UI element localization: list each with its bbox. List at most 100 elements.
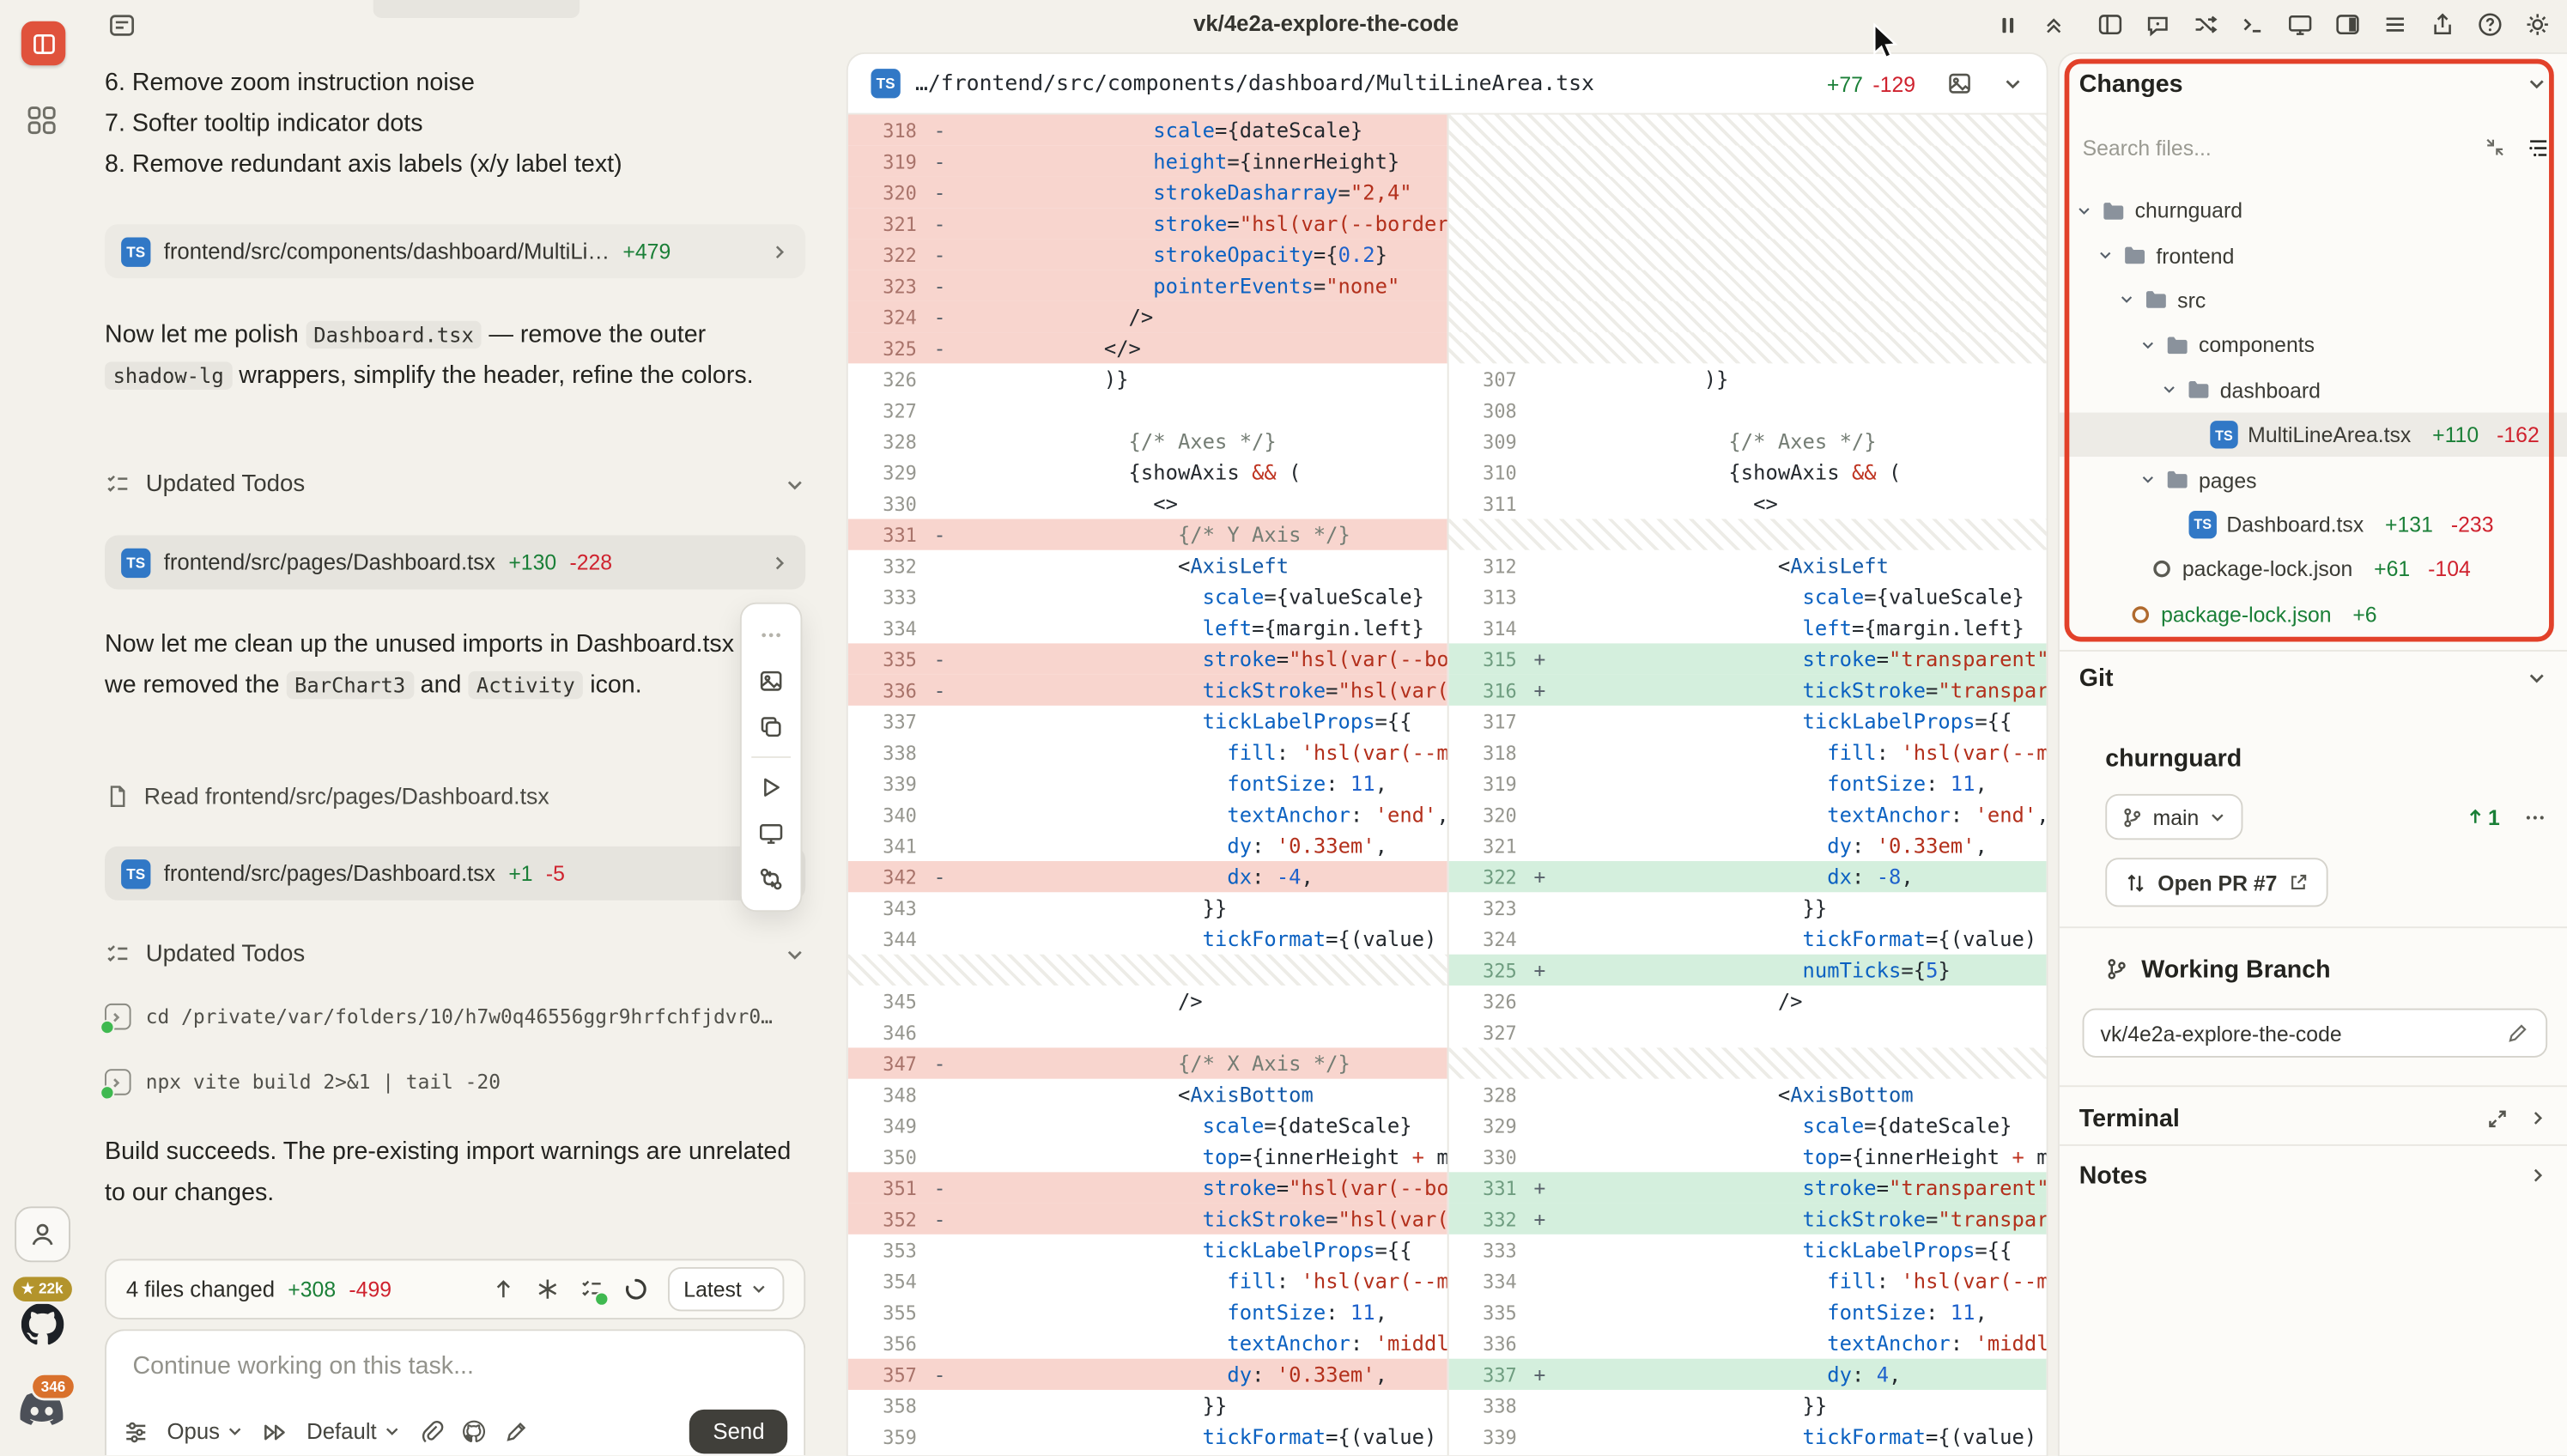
diff-row: 321 dy: '0.33em', [1448,830,2047,861]
file-change-card[interactable]: TS frontend/src/pages/Dashboard.tsx +1 -… [105,846,805,901]
edit-pencil-icon[interactable] [2506,1022,2529,1045]
open-pr-button[interactable]: Open PR #7 [2105,858,2327,907]
collapse-diff-icon[interactable] [2002,73,2024,94]
tree-view-icon[interactable] [2526,135,2551,160]
file-tree-row[interactable]: package-lock.json+6 [2060,592,2567,636]
chat-bubble-icon[interactable] [2145,11,2171,38]
pen-icon[interactable] [504,1419,529,1444]
model-dropdown[interactable]: Opus [167,1419,245,1444]
terminal-command-row[interactable]: npx vite build 2>&1 | tail -20 [105,1063,805,1102]
external-link-icon [2289,872,2309,892]
diff-row [848,955,1447,986]
file-tree-row[interactable]: package-lock.json+61-104 [2060,547,2567,592]
expand-icon[interactable] [2487,1107,2509,1129]
terminal-section-header[interactable]: Terminal [2079,1097,2547,1140]
file-tree-row[interactable]: frontend [2060,234,2567,278]
diff-row: 337 tickLabelProps={{ [848,706,1447,737]
diff-row: 315+ stroke="transparent" [1448,643,2047,674]
chevron-right-icon[interactable] [2528,1166,2547,1186]
panel-left-icon[interactable] [2097,11,2124,38]
menu-icon[interactable] [2382,11,2409,38]
changes-status-bar[interactable]: 4 files changed +308 -499 Latest [105,1259,805,1320]
file-tree-row[interactable]: TSMultiLineArea.tsx+110-162 [2060,412,2567,457]
folder-icon [2102,201,2125,221]
file-tree-row[interactable]: src [2060,278,2567,323]
monitor-icon[interactable] [2287,11,2314,38]
attach-icon[interactable] [419,1419,444,1444]
added-total: +308 [288,1277,336,1301]
version-dropdown[interactable]: Latest [667,1267,784,1311]
diff-row: 319 fontSize: 11, [1448,767,2047,798]
search-files-input[interactable] [2079,133,2464,161]
list-item: 6. Remove zoom instruction noise [105,62,805,103]
message-input[interactable] [130,1350,788,1381]
diff-row: 320- strokeDasharray="2,4" [848,177,1447,208]
scroll-up-icon[interactable] [490,1277,515,1301]
shuffle-icon[interactable] [2192,11,2218,38]
added-count: +6 [2352,602,2376,627]
collapse-chevrons-icon[interactable] [2042,12,2066,37]
account-icon[interactable] [15,1206,70,1262]
grid-view-icon[interactable] [25,103,59,137]
github-stars-badge: ★ 22k [13,1277,71,1301]
share-icon[interactable] [2430,11,2456,38]
chevron-right-icon[interactable] [2528,1108,2547,1128]
panel-right-icon[interactable] [2334,11,2361,38]
settings-gear-icon[interactable] [2524,11,2551,38]
monitor-icon[interactable] [748,812,793,855]
terminal-command-row[interactable]: cd /private/var/folders/10/h7w0q46556ggr… [105,997,805,1036]
help-icon[interactable] [2477,11,2503,38]
chevron-down-icon [2097,247,2114,264]
diff-row: 316+ tickStroke="transparent" [1448,675,2047,706]
read-file-row[interactable]: Read frontend/src/pages/Dashboard.tsx [105,776,805,816]
workspace-icon[interactable] [21,21,65,65]
diff-row: 336- tickStroke="hsl(var(--border))" [848,675,1447,706]
git-compare-icon[interactable] [748,858,793,901]
diff-row: 348 <AxisBottom [848,1079,1447,1110]
updated-todos-row[interactable]: Updated Todos [105,933,805,976]
file-tree-row[interactable]: pages [2060,458,2567,502]
working-branch-field[interactable]: vk/4e2a-explore-the-code [2083,1009,2548,1058]
file-tree-row[interactable]: churnguard [2060,188,2567,233]
document-icon [105,783,130,808]
diff-row: 326 /> [1448,986,2047,1016]
send-button[interactable]: Send [690,1410,788,1453]
chevron-down-icon [2526,667,2547,689]
discord-count-badge: 346 [33,1375,74,1398]
sparkle-icon[interactable] [535,1277,560,1301]
file-tree-row[interactable]: dashboard [2060,367,2567,412]
play-icon[interactable] [748,766,793,809]
diff-row: 328 {/* Axes */} [848,426,1447,457]
todos-label: Updated Todos [146,941,306,968]
mode-dropdown[interactable]: Default [306,1419,401,1444]
todos-status-icon[interactable] [579,1277,604,1301]
pause-icon[interactable] [1996,12,2021,37]
chevron-down-icon[interactable] [2526,74,2547,95]
split-view-icon[interactable] [1946,70,1973,97]
updated-todos-row[interactable]: Updated Todos [105,464,805,507]
diff-row: 335- stroke="hsl(var(--border))" [848,643,1447,674]
terminal-icon[interactable] [2240,11,2267,38]
file-change-card[interactable]: TS frontend/src/pages/Dashboard.tsx +130… [105,536,805,590]
diff-row: 329 {showAxis && ( [848,457,1447,488]
git-section-header[interactable]: Git [2079,657,2547,700]
notes-section-header[interactable]: Notes [2079,1154,2547,1197]
branch-row: main 1 [2105,796,2547,839]
branch-selector[interactable]: main [2105,794,2243,840]
diff-row: 310 {showAxis && ( [1448,457,2047,488]
github-icon[interactable] [21,1303,64,1346]
copy-icon[interactable] [748,706,793,749]
fast-forward-icon[interactable] [263,1418,289,1445]
more-options-icon[interactable] [2523,804,2548,829]
diff-row: 352- tickStroke="hsl(var(--border))" [848,1204,1447,1235]
diff-body: 318- scale={dateScale}319- height={inner… [848,114,2047,1455]
file-change-card[interactable]: TS frontend/src/components/dashboard/Mul… [105,224,805,278]
diff-row: 349 scale={dateScale} [848,1110,1447,1141]
more-options-icon[interactable] [748,614,793,657]
screenshot-icon[interactable] [748,659,793,702]
collapse-tree-icon[interactable] [2484,136,2507,159]
file-tree-row[interactable]: components [2060,323,2567,367]
file-tree-row[interactable]: TSDashboard.tsx+131-233 [2060,502,2567,547]
sliders-icon[interactable] [123,1418,149,1445]
github-icon[interactable] [462,1419,487,1444]
